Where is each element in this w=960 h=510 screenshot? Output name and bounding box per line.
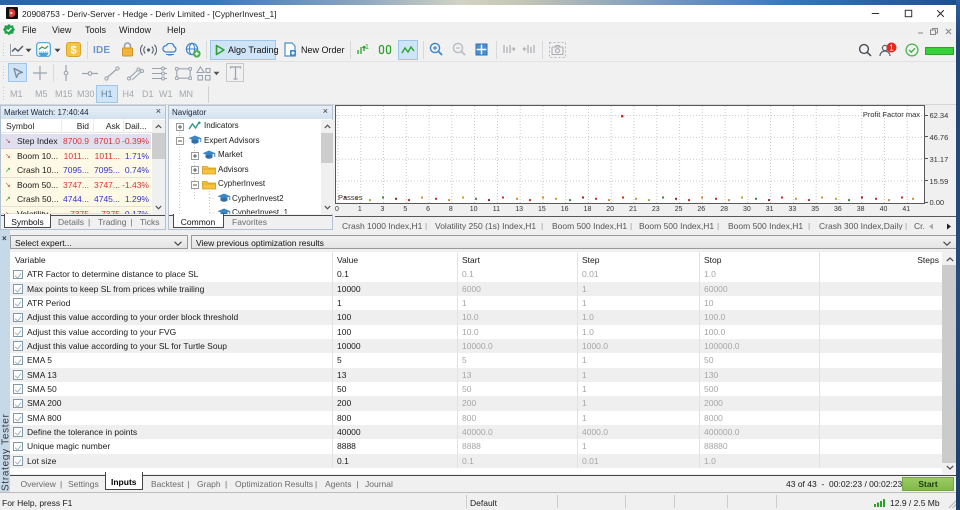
svg-text:Strategy Tester: Strategy Tester bbox=[1, 413, 11, 491]
svg-text:1: 1 bbox=[889, 43, 894, 52]
svg-text:1: 1 bbox=[365, 44, 369, 51]
svg-text:$: $ bbox=[70, 45, 76, 57]
